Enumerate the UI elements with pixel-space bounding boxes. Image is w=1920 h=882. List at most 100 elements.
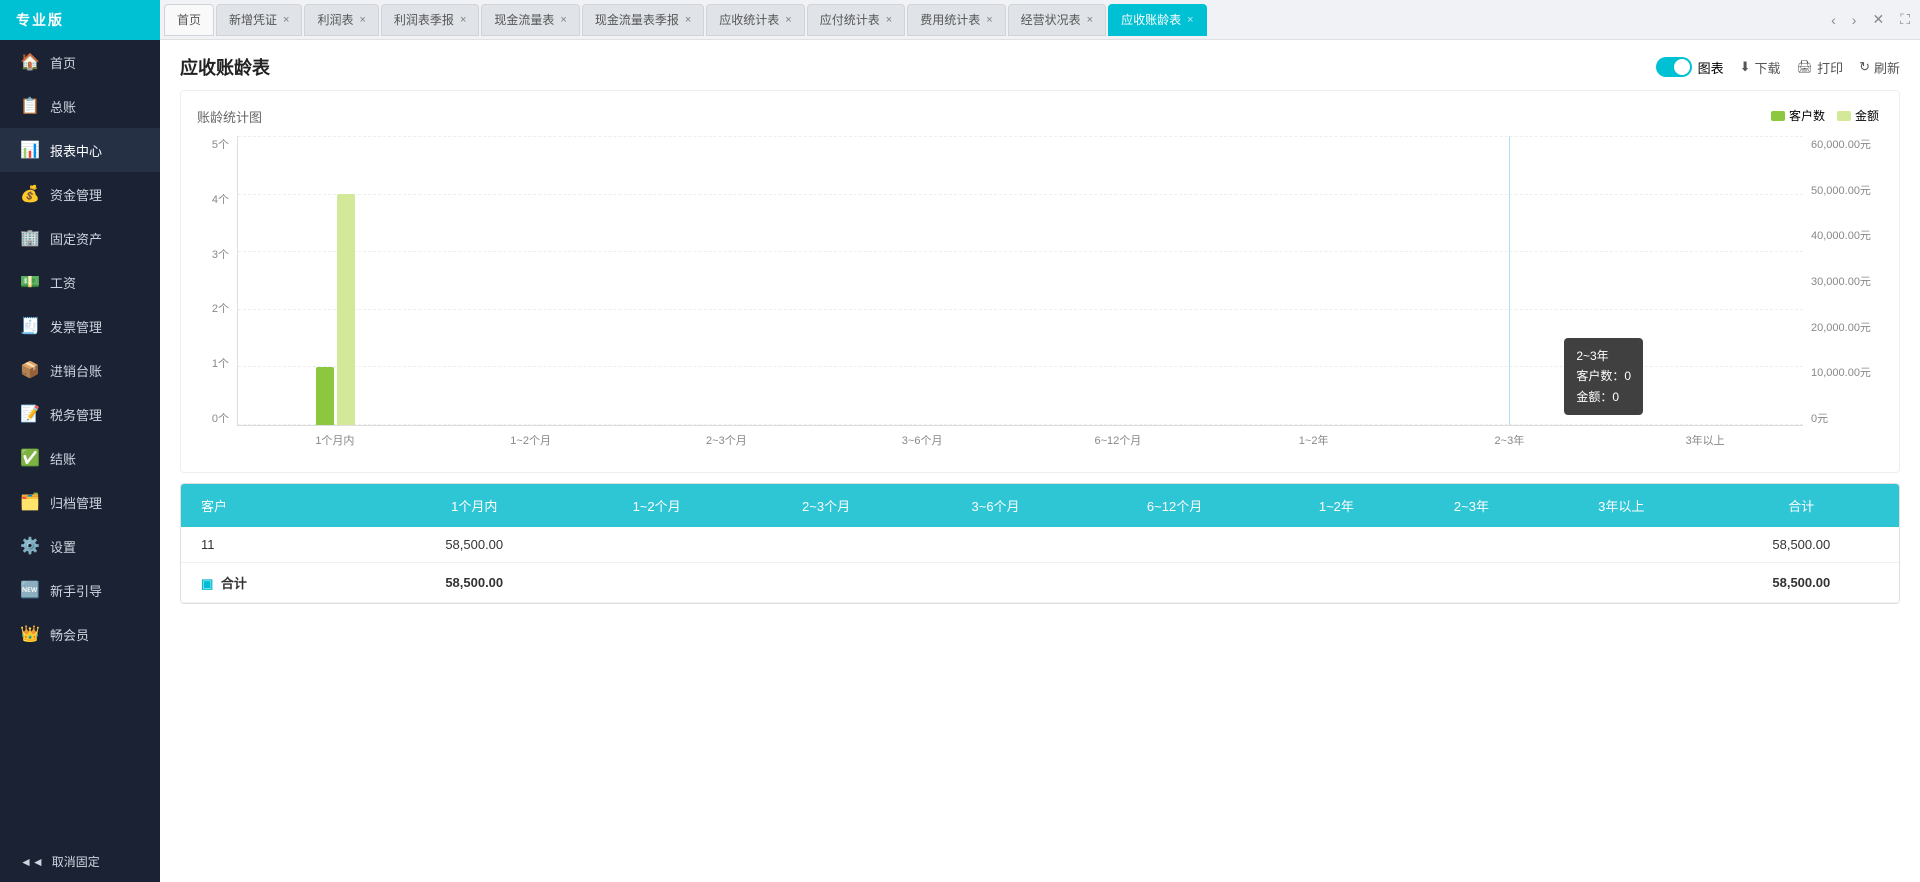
bar-customers-0 [316,367,334,425]
bar-group-3[interactable] [825,136,1021,425]
th-total: 合计 [1704,484,1899,527]
tab-cashflow-close[interactable]: × [560,14,566,26]
bar-group-4[interactable] [1021,136,1217,425]
tab-nav-prev[interactable]: ‹ [1825,8,1842,32]
tab-profit-label: 利润表 [317,11,353,28]
tab-expand[interactable]: ⛶ [1894,7,1916,32]
tab-cashflow-quarterly-close[interactable]: × [685,14,691,26]
page-header: 应收账龄表 图表 ⬇ 下载 🖨 打印 ↻ 刷新 [160,40,1920,90]
td-total-y3plus [1539,563,1704,603]
tab-receivable-stat-close[interactable]: × [785,14,791,26]
refresh-label: 刷新 [1874,58,1900,77]
tab-nav-next[interactable]: › [1846,8,1863,32]
th-y3plus: 3年以上 [1539,484,1704,527]
tab-aging[interactable]: 应收账龄表 × [1108,4,1206,36]
y-right-2: 40,000.00元 [1811,227,1883,243]
td-m36 [911,527,1080,563]
unpin-button[interactable]: ◄◄ 取消固定 [0,841,160,882]
y-right-0: 60,000.00元 [1811,136,1883,152]
sidebar-item-vip[interactable]: 👑 畅会员 [0,612,160,656]
th-y23: 2~3年 [1404,484,1539,527]
td-total-m23 [741,563,910,603]
tab-expense-stat-close[interactable]: × [986,14,992,26]
td-y12 [1269,527,1404,563]
y-right-3: 30,000.00元 [1811,273,1883,289]
refresh-icon: ↻ [1859,59,1870,75]
tab-aging-close[interactable]: × [1187,14,1193,26]
tab-voucher-close[interactable]: × [283,14,289,26]
tooltip-title: 2~3年 [1576,346,1631,366]
tab-profit-close[interactable]: × [359,14,365,26]
refresh-button[interactable]: ↻ 刷新 [1859,58,1900,77]
tab-profit[interactable]: 利润表 × [304,4,378,36]
sidebar-item-label: 结账 [50,449,76,468]
print-button[interactable]: 🖨 打印 [1797,58,1844,77]
bar-group-2[interactable] [629,136,825,425]
main-content: 首页 新增凭证 × 利润表 × 利润表季报 × 现金流量表 × 现金流量表季报 … [160,0,1920,882]
th-m1: 1个月内 [377,484,572,527]
ledger-icon: 📋 [20,96,40,116]
table-wrapper: 客户 1个月内 1~2个月 2~3个月 3~6个月 6~12个月 1~2年 2~… [180,483,1900,604]
x-label-0: 1个月内 [237,426,433,456]
tooltip-customers: 客户数：0 [1576,366,1631,386]
sidebar-item-purchase[interactable]: 📦 进销台账 [0,348,160,392]
td-m23 [741,527,910,563]
tab-cashflow[interactable]: 现金流量表 × [481,4,579,36]
legend-amount-dot [1837,111,1851,121]
y-left-0: 5个 [197,136,229,152]
print-icon: 🖨 [1797,59,1814,75]
archive-icon: 🗂️ [20,492,40,512]
chart-toggle[interactable]: 图表 [1656,57,1724,77]
sidebar-item-home[interactable]: 🏠 首页 [0,40,160,84]
sidebar-item-tax[interactable]: 📝 税务管理 [0,392,160,436]
legend-amount-label: 金额 [1855,107,1879,124]
tab-payable-stat-close[interactable]: × [886,14,892,26]
td-total-y12 [1269,563,1404,603]
tab-biz-status-close[interactable]: × [1087,14,1093,26]
tab-biz-status[interactable]: 经营状况表 × [1008,4,1106,36]
sidebar-item-finance[interactable]: 💰 资金管理 [0,172,160,216]
report-icon: 📊 [20,140,40,160]
sidebar-item-invoice[interactable]: 🧾 发票管理 [0,304,160,348]
tab-voucher[interactable]: 新增凭证 × [216,4,302,36]
sidebar-item-settings[interactable]: ⚙️ 设置 [0,524,160,568]
closing-icon: ✅ [20,448,40,468]
bar-group-1[interactable] [434,136,630,425]
toggle-track[interactable] [1656,57,1692,77]
bar-group-0[interactable] [238,136,434,425]
tab-close-all[interactable]: ✕ [1866,7,1890,32]
purchase-icon: 📦 [20,360,40,380]
invoice-icon: 🧾 [20,316,40,336]
th-m12: 1~2个月 [572,484,741,527]
sidebar-item-archive[interactable]: 🗂️ 归档管理 [0,480,160,524]
td-total-m12 [572,563,741,603]
tax-icon: 📝 [20,404,40,424]
td-customer: 11 [181,527,377,563]
tab-profit-quarterly-close[interactable]: × [460,14,466,26]
sidebar-item-label: 资金管理 [50,185,102,204]
download-button[interactable]: ⬇ 下载 [1740,58,1781,77]
td-total-label: ▣ 合计 [181,563,377,603]
bar-group-5[interactable] [1216,136,1412,425]
tab-nav-buttons: ‹ › ✕ ⛶ [1825,7,1916,32]
sidebar-item-guide[interactable]: 🆕 新手引导 [0,568,160,612]
sidebar-item-assets[interactable]: 🏢 固定资产 [0,216,160,260]
table-header-row: 客户 1个月内 1~2个月 2~3个月 3~6个月 6~12个月 1~2年 2~… [181,484,1899,527]
sidebar: 专业版 🏠 首页 📋 总账 📊 报表中心 💰 资金管理 🏢 固定资产 💵 工资 … [0,0,160,882]
tab-home[interactable]: 首页 [164,4,214,36]
tab-receivable-stat[interactable]: 应收统计表 × [706,4,804,36]
tab-cashflow-quarterly[interactable]: 现金流量表季报 × [582,4,704,36]
tab-expense-stat[interactable]: 费用统计表 × [907,4,1005,36]
sidebar-item-ledger[interactable]: 📋 总账 [0,84,160,128]
sidebar-item-salary[interactable]: 💵 工资 [0,260,160,304]
x-label-6: 2~3年 [1412,426,1608,456]
page-title: 应收账龄表 [180,54,270,80]
tab-payable-stat[interactable]: 应付统计表 × [807,4,905,36]
sidebar-item-report[interactable]: 📊 报表中心 [0,128,160,172]
sidebar-item-label: 首页 [50,53,76,72]
td-total-m36 [911,563,1080,603]
x-label-7: 3年以上 [1607,426,1803,456]
sidebar-item-closing[interactable]: ✅ 结账 [0,436,160,480]
tab-profit-quarterly[interactable]: 利润表季报 × [381,4,479,36]
chart-tooltip: 2~3年 客户数：0 金额：0 [1564,338,1643,415]
